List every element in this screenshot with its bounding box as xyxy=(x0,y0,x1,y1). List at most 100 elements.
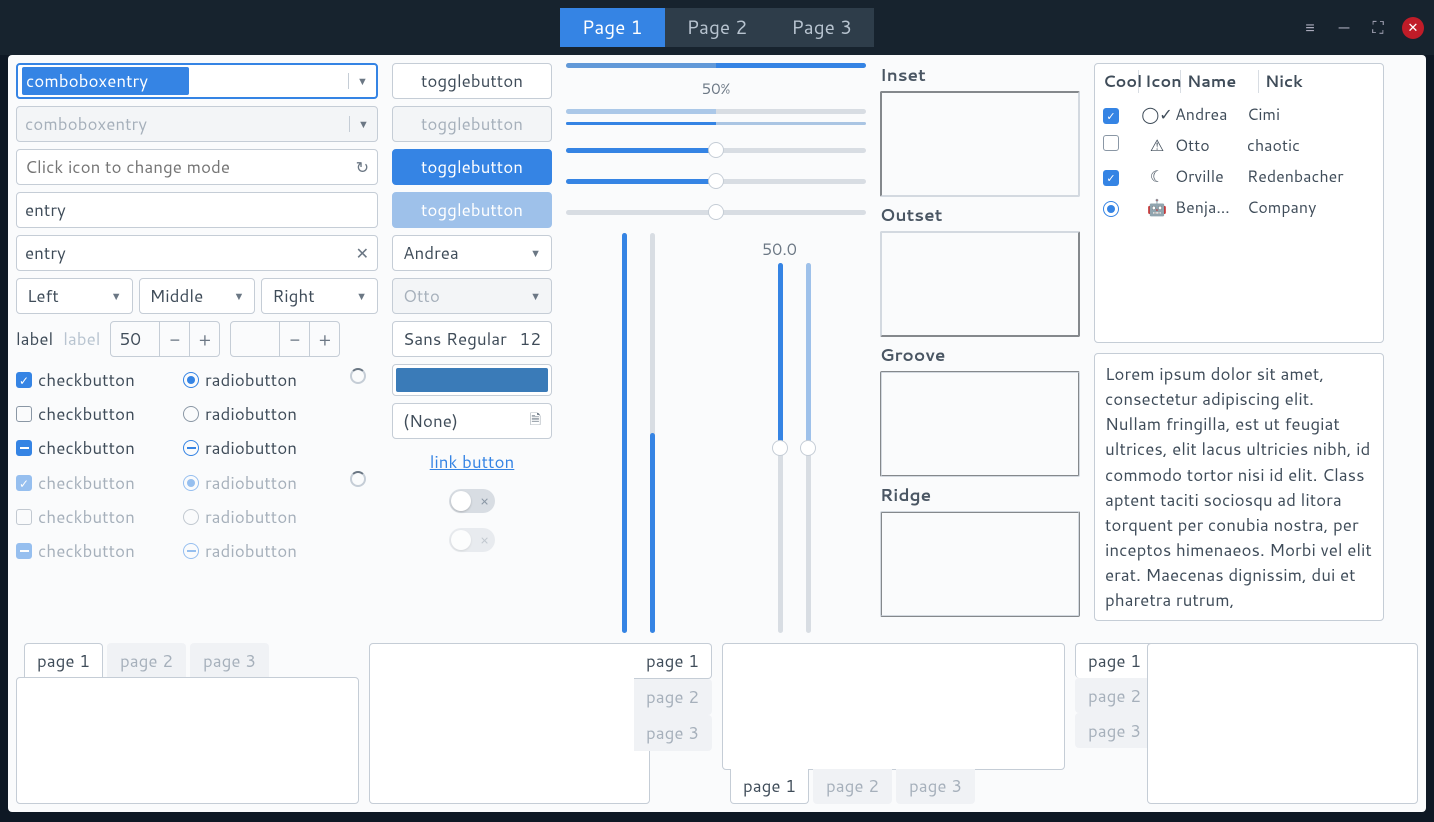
file-chooser-button[interactable]: (None)🗎 xyxy=(392,403,552,439)
header-tab-3[interactable]: Page 3 xyxy=(769,8,874,47)
entry-plain[interactable] xyxy=(16,192,378,228)
textview[interactable]: Lorem ipsum dolor sit amet, consectetur … xyxy=(1094,353,1384,621)
entry-mode-input[interactable] xyxy=(25,155,356,179)
alert-icon: ⚠ xyxy=(1139,134,1175,157)
checkbutton-unchecked[interactable]: checkbutton xyxy=(16,402,165,426)
combobox-1[interactable]: Andrea▼ xyxy=(392,235,552,271)
radiobutton-indeterminate[interactable]: radiobutton xyxy=(183,436,332,460)
radiobutton-on[interactable]: radiobutton xyxy=(183,368,332,392)
checkbox-checked-icon[interactable]: ✓ xyxy=(1103,170,1119,186)
nb-tab-3[interactable]: page 3 xyxy=(896,769,975,804)
entry-input-2[interactable] xyxy=(25,241,356,265)
spin-value[interactable]: 50 xyxy=(111,327,159,351)
notebooks-row: page 1 page 2 page 3 page 1 page 2 page … xyxy=(16,643,1418,804)
segment-middle[interactable]: Middle▼ xyxy=(139,278,256,314)
radiobutton-off[interactable]: radiobutton xyxy=(183,402,332,426)
segment-left[interactable]: Left▼ xyxy=(16,278,133,314)
table-row[interactable]: ✓ ◯✓ Andrea Cimi xyxy=(1095,99,1383,130)
radiobutton-label: radiobutton xyxy=(205,539,297,563)
cell-nick: Redenbacher xyxy=(1247,165,1375,188)
menu-icon[interactable]: ≡ xyxy=(1300,18,1320,38)
th-name[interactable]: Name xyxy=(1187,70,1259,93)
chevron-down-icon[interactable]: ▼ xyxy=(348,73,376,89)
checkbutton-indeterminate[interactable]: checkbutton xyxy=(16,436,165,460)
nb-tab-1[interactable]: page 1 xyxy=(730,769,809,804)
notebook-tabs-left: page 1 page 2 page 3 xyxy=(1075,643,1418,804)
entry-input-1[interactable] xyxy=(25,198,369,222)
font-button[interactable]: Sans Regular12 xyxy=(392,321,552,357)
comboboxentry-1[interactable]: comboboxentry ▼ xyxy=(16,63,378,99)
nb-tab-3[interactable]: page 3 xyxy=(1075,713,1153,748)
nb-tab-1[interactable]: page 1 xyxy=(1075,643,1153,678)
maximize-icon[interactable]: ⛶ xyxy=(1368,18,1388,38)
th-nick[interactable]: Nick xyxy=(1265,70,1369,93)
window-controls: ≡ — ⛶ ✕ xyxy=(1300,17,1424,39)
chevron-down-icon[interactable]: ▼ xyxy=(530,245,541,261)
vscale-1[interactable] xyxy=(616,233,632,633)
header-tab-1[interactable]: Page 1 xyxy=(560,8,665,47)
close-icon[interactable]: ✕ xyxy=(1402,17,1424,39)
th-icon[interactable]: Icon xyxy=(1145,70,1181,93)
entries-column: comboboxentry ▼ comboboxentry ▼ ↻ ✕ Left… xyxy=(16,63,378,633)
minimize-icon[interactable]: — xyxy=(1334,18,1354,38)
check-radio-grid: ✓checkbutton radiobutton checkbutton rad… xyxy=(16,368,378,460)
header-tab-2[interactable]: Page 2 xyxy=(665,8,770,47)
nb-tab-1[interactable]: page 1 xyxy=(24,643,103,678)
scale-1[interactable] xyxy=(566,146,866,154)
checkbox-empty-icon[interactable] xyxy=(1103,135,1119,151)
notebook-body xyxy=(1147,643,1418,804)
comboboxentry-2-disabled: comboboxentry ▼ xyxy=(16,106,378,142)
switch-x-icon: × xyxy=(480,530,489,550)
nb-tab-2[interactable]: page 2 xyxy=(1075,678,1153,713)
th-cool[interactable]: Cool xyxy=(1103,70,1139,93)
nb-tab-1[interactable]: page 1 xyxy=(634,643,712,679)
spin-minus-button[interactable]: − xyxy=(159,322,189,356)
combobox-2-value: Otto xyxy=(403,284,440,308)
checkbutton-checked-disabled: ✓checkbutton xyxy=(16,471,165,495)
checkbutton-checked[interactable]: ✓checkbutton xyxy=(16,368,165,392)
nb-tab-3[interactable]: page 3 xyxy=(634,715,712,751)
togglebutton-disabled: togglebutton xyxy=(392,106,552,142)
clear-icon[interactable]: ✕ xyxy=(356,242,369,265)
nb-tab-2[interactable]: page 2 xyxy=(107,643,186,678)
table-row[interactable]: ✓ ☾ Orville Redenbacher xyxy=(1095,161,1383,192)
nb-tab-2[interactable]: page 2 xyxy=(813,769,892,804)
table-row[interactable]: ⚠ Otto chaotic xyxy=(1095,130,1383,161)
nb-tab-3[interactable]: page 3 xyxy=(190,643,269,678)
chevron-down-icon[interactable]: ▼ xyxy=(356,288,367,304)
entry-with-icon[interactable]: ↻ xyxy=(16,149,378,185)
vscale-2[interactable] xyxy=(644,233,660,633)
togglebutton-normal[interactable]: togglebutton xyxy=(392,63,552,99)
spinbutton[interactable]: 50 − + xyxy=(110,321,220,357)
checkbox-checked-icon[interactable]: ✓ xyxy=(1103,108,1119,124)
color-button[interactable] xyxy=(392,364,552,396)
spin-plus-button[interactable]: + xyxy=(189,322,219,356)
segment-right[interactable]: Right▼ xyxy=(261,278,378,314)
vscale-4[interactable] xyxy=(800,263,816,633)
nb-tab-2[interactable]: page 2 xyxy=(634,679,712,715)
chevron-down-icon[interactable]: ▼ xyxy=(111,288,122,304)
scale-2[interactable] xyxy=(566,178,866,186)
treeview[interactable]: Cool Icon Name Nick ✓ ◯✓ Andrea Cimi ⚠ O… xyxy=(1094,63,1384,343)
togglebutton-active[interactable]: togglebutton xyxy=(392,149,552,185)
cell-name: Andrea xyxy=(1175,103,1247,126)
radiobutton-label: radiobutton xyxy=(205,402,297,426)
color-swatch xyxy=(396,368,548,392)
switch-off[interactable]: × xyxy=(449,489,495,513)
vscale-3[interactable]: 50.0 xyxy=(772,263,788,633)
comboboxentry-2-text: comboboxentry xyxy=(17,112,349,136)
chevron-down-icon[interactable]: ▼ xyxy=(233,288,244,304)
progress-percent-label: 50% xyxy=(566,78,866,99)
link-button[interactable]: link button xyxy=(392,446,552,478)
comboboxentry-1-text[interactable]: comboboxentry xyxy=(22,67,189,95)
vertical-sliders: 50.0 xyxy=(566,233,866,633)
radio-on-icon[interactable] xyxy=(1103,201,1119,217)
checkbutton-label: checkbutton xyxy=(38,402,135,426)
table-row[interactable]: 🤖 Benja… Company xyxy=(1095,192,1383,223)
vscale-value-label: 50.0 xyxy=(762,238,797,261)
treeview-column: Cool Icon Name Nick ✓ ◯✓ Andrea Cimi ⚠ O… xyxy=(1094,63,1384,633)
entry-clearable[interactable]: ✕ xyxy=(16,235,378,271)
scale-3-no-fill[interactable] xyxy=(566,209,866,217)
refresh-icon[interactable]: ↻ xyxy=(356,156,369,179)
progressbar-1 xyxy=(566,63,866,68)
